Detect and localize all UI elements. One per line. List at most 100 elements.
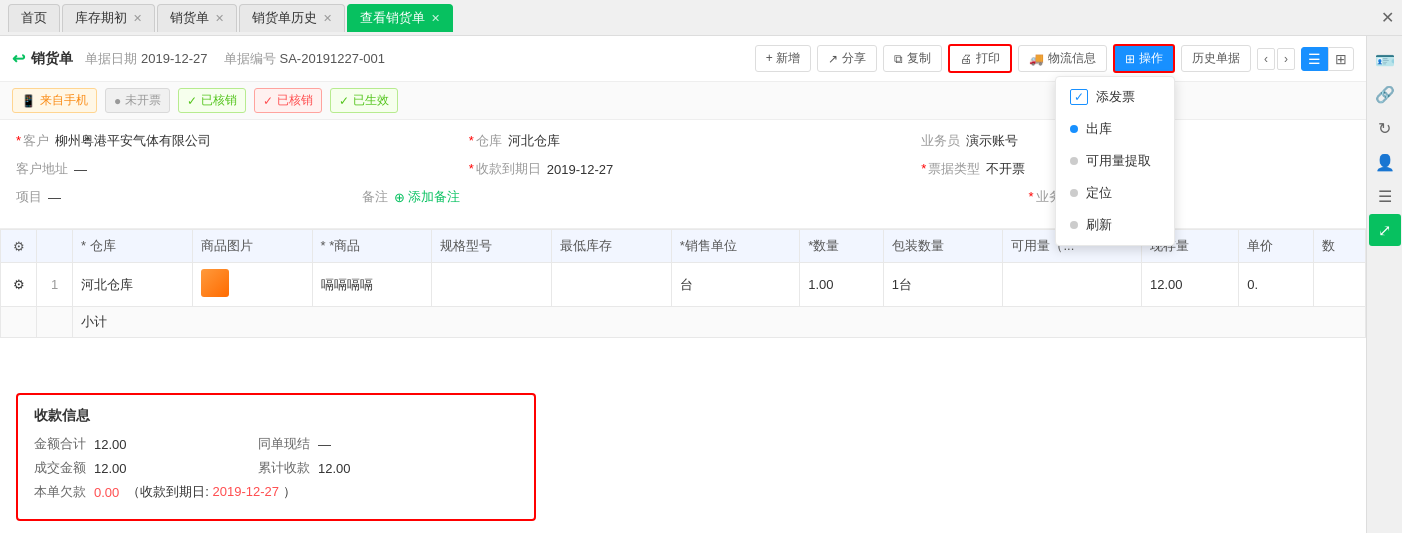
payment-info-title: 收款信息 — [34, 407, 518, 425]
subtotal-num — [37, 307, 73, 338]
cumulative-label: 累计收款 — [258, 459, 310, 477]
tab-sales-order[interactable]: 销货单 ✕ — [157, 4, 237, 32]
grid-icon: ⊞ — [1125, 52, 1135, 66]
tab-sales-history[interactable]: 销货单历史 ✕ — [239, 4, 345, 32]
copy-button[interactable]: ⧉ 复制 — [883, 45, 942, 72]
next-button[interactable]: › — [1277, 48, 1295, 70]
same-order-col: 同单现结 — — [258, 435, 458, 453]
row-price: 0. — [1239, 263, 1314, 307]
employee-value: 演示账号 — [966, 132, 1018, 150]
print-icon: 🖨 — [960, 52, 972, 66]
close-all-tabs[interactable]: ✕ — [1381, 8, 1394, 27]
checkbox-icon: ✓ — [1070, 89, 1088, 105]
expand-icon[interactable]: ⤢ — [1369, 214, 1401, 246]
date-value: 2019-12-27 — [141, 51, 208, 66]
tab-home[interactable]: 首页 — [8, 4, 60, 32]
payment-date-label: 收款到期日 — [469, 160, 541, 178]
close-sales-history[interactable]: ✕ — [323, 12, 332, 25]
effect-button[interactable]: ✓ 已生效 — [330, 88, 398, 113]
col-sales-unit: *销售单位 — [671, 230, 800, 263]
current-debt-value: 0.00 — [94, 485, 119, 500]
list-icon[interactable]: ☰ — [1369, 180, 1401, 212]
row-amount — [1313, 263, 1365, 307]
share-button[interactable]: ↗ 分享 — [817, 45, 877, 72]
from-phone-button[interactable]: 📱 来自手机 — [12, 88, 97, 113]
payment-row-3: 本单欠款 0.00 （收款到期日: 2019-12-27 ） — [34, 483, 518, 501]
logistics-button[interactable]: 🚚 物流信息 — [1018, 45, 1107, 72]
locate-item[interactable]: 定位 — [1056, 177, 1174, 209]
row-sales-unit: 台 — [671, 263, 800, 307]
transaction-label: 成交金额 — [34, 459, 86, 477]
refresh-item[interactable]: 刷新 — [1056, 209, 1174, 241]
transaction-col: 成交金额 12.00 — [34, 459, 234, 477]
right-sidebar: 🪪 🔗 ↻ 👤 ☰ ⤢ — [1366, 36, 1402, 533]
nav-arrows: ‹ › — [1257, 48, 1295, 70]
ticket-icon: ● — [114, 94, 121, 108]
print-button[interactable]: 🖨 打印 — [948, 44, 1012, 73]
current-debt-label: 本单欠款 — [34, 483, 86, 501]
bottom-section: 收款信息 金额合计 12.00 同单现结 — 成交金额 12.00 — [0, 381, 1366, 533]
customer-value: 柳州粤港平安气体有限公司 — [55, 132, 211, 150]
not-open-ticket-button[interactable]: ● 未开票 — [105, 88, 170, 113]
available-qty-item[interactable]: 可用量提取 — [1056, 145, 1174, 177]
col-spec: 规格型号 — [432, 230, 552, 263]
address-value: — — [74, 162, 87, 177]
doc-type: 销货单 — [31, 50, 73, 68]
employee-label: 业务员 — [921, 132, 960, 150]
tab-inventory-init[interactable]: 库存期初 ✕ — [62, 4, 155, 32]
new-button[interactable]: + 新增 — [755, 45, 811, 72]
tab-view-sales[interactable]: 查看销货单 ✕ — [347, 4, 453, 32]
col-product: * *商品 — [312, 230, 432, 263]
grid-view-button[interactable]: ⊞ — [1328, 47, 1354, 71]
list-view-button[interactable]: ☰ — [1301, 47, 1328, 71]
card-icon[interactable]: 🪪 — [1369, 44, 1401, 76]
table-row: ⚙ 1 河北仓库 嗝嗝嗝嗝 台 1.00 1台 12.00 — [1, 263, 1366, 307]
payment-row-2: 成交金额 12.00 累计收款 12.00 — [34, 459, 518, 477]
table-area: ⚙ * 仓库 商品图片 * *商品 规格型号 最低库存 *销售单位 *数量 包装… — [0, 229, 1366, 381]
effect-icon: ✓ — [339, 94, 349, 108]
row-gear[interactable]: ⚙ — [1, 263, 37, 307]
outbound-item[interactable]: 出库 — [1056, 113, 1174, 145]
no-label: 单据编号 — [224, 50, 276, 68]
radio-unchecked-icon2 — [1070, 189, 1078, 197]
close-inventory-init[interactable]: ✕ — [133, 12, 142, 25]
share-icon: ↗ — [828, 52, 838, 66]
close-view-sales[interactable]: ✕ — [431, 12, 440, 25]
cumulative-col: 累计收款 12.00 — [258, 459, 458, 477]
same-order-label: 同单现结 — [258, 435, 310, 453]
logistics-icon: 🚚 — [1029, 52, 1044, 66]
row-warehouse: 河北仓库 — [73, 263, 193, 307]
user-icon[interactable]: 👤 — [1369, 146, 1401, 178]
prev-button[interactable]: ‹ — [1257, 48, 1275, 70]
radio-unchecked-icon3 — [1070, 221, 1078, 229]
add-invoice-item[interactable]: ✓ 添发票 — [1056, 81, 1174, 113]
confirm-icon: ✓ — [187, 94, 197, 108]
add-note-button[interactable]: ⊕ 添加备注 — [394, 188, 460, 206]
link-icon[interactable]: 🔗 — [1369, 78, 1401, 110]
doc-date-field: 单据日期 2019-12-27 — [85, 50, 208, 68]
rotate-icon[interactable]: ↻ — [1369, 112, 1401, 144]
note-field: 备注 ⊕ 添加备注 — [362, 188, 1005, 206]
product-image — [201, 269, 229, 297]
col-num — [37, 230, 73, 263]
radio-unchecked-icon — [1070, 157, 1078, 165]
confirm-button[interactable]: ✓ 已核销 — [178, 88, 246, 113]
note-label: 备注 — [362, 188, 388, 206]
total-amount-label: 金额合计 — [34, 435, 86, 453]
invalid-button[interactable]: ✓ 已核销 — [254, 88, 322, 113]
history-button[interactable]: 历史单据 — [1181, 45, 1251, 72]
copy-icon: ⧉ — [894, 52, 903, 66]
doc-header: ↩ 销货单 单据日期 2019-12-27 单据编号 SA-20191227-0… — [0, 36, 1366, 82]
col-qty: *数量 — [800, 230, 883, 263]
col-product-img: 商品图片 — [192, 230, 312, 263]
operation-dropdown: ✓ 添发票 出库 可用量提取 定位 — [1055, 76, 1175, 246]
subtotal-gear — [1, 307, 37, 338]
customer-field: 客户 柳州粤港平安气体有限公司 — [16, 132, 445, 150]
view-toggle: ☰ ⊞ — [1301, 47, 1354, 71]
operation-button[interactable]: ⊞ 操作 — [1113, 44, 1175, 73]
close-sales-order[interactable]: ✕ — [215, 12, 224, 25]
tab-bar: 首页 库存期初 ✕ 销货单 ✕ 销货单历史 ✕ 查看销货单 ✕ ✕ — [0, 0, 1402, 36]
col-settings[interactable]: ⚙ — [1, 230, 37, 263]
warehouse-label: 仓库 — [469, 132, 502, 150]
cumulative-value: 12.00 — [318, 461, 351, 476]
